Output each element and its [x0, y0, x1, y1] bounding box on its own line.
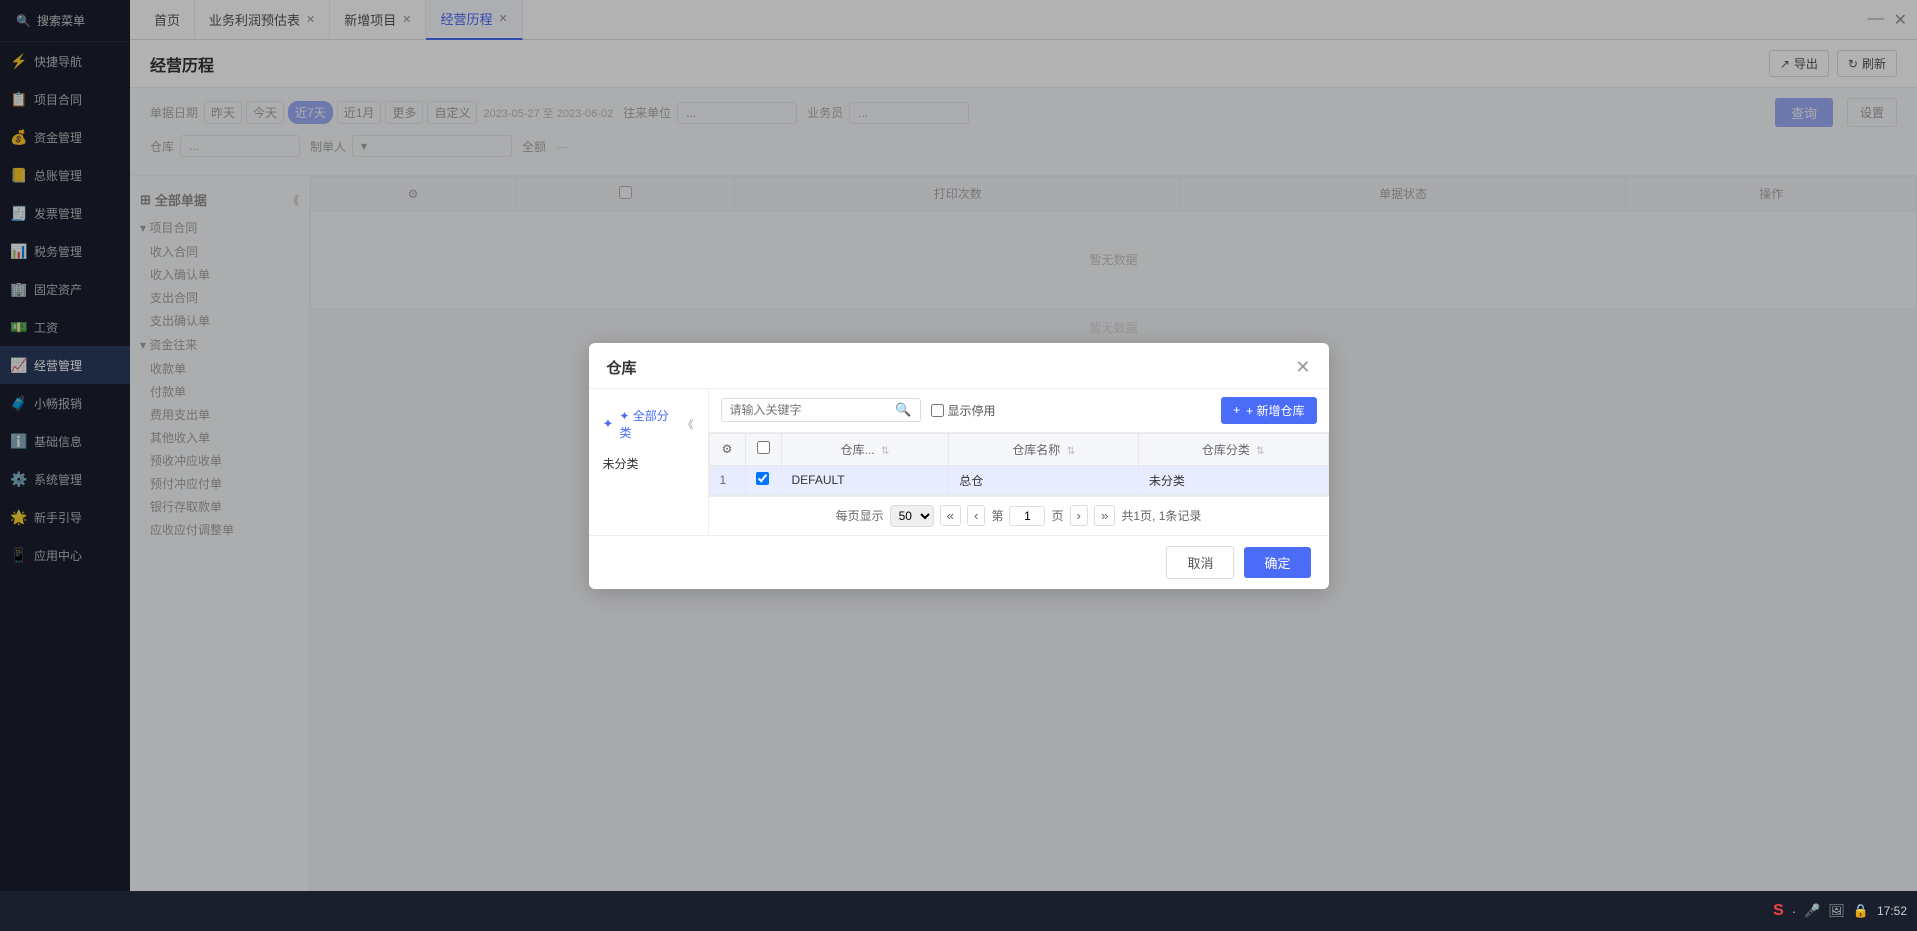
modal-body: ✦ ✦ 全部分类 《 未分类 🔍 显示停用: [589, 389, 1329, 535]
row-num: 1: [709, 465, 745, 495]
modal-select-all[interactable]: [757, 441, 770, 454]
row-num-text: 1: [720, 473, 727, 487]
row-select-checkbox[interactable]: [756, 472, 769, 485]
add-warehouse-button[interactable]: + + 新增仓库: [1221, 397, 1316, 424]
all-categories-label: ✦ 全部分类: [619, 407, 676, 441]
th-name: 仓库名称 ⇅: [949, 433, 1139, 465]
modal-page-prefix: 第: [991, 507, 1003, 524]
modal-page-input[interactable]: [1009, 506, 1045, 526]
uncategorized-item[interactable]: 未分类: [589, 449, 708, 478]
show-disabled-text: 显示停用: [948, 402, 996, 419]
taskbar-time: 17:52: [1877, 904, 1907, 918]
taskbar: S · 🎤 🖼 🔒 17:52: [0, 891, 1917, 931]
th-name-label: 仓库名称: [1012, 443, 1060, 457]
add-icon: +: [1233, 403, 1240, 417]
modal-footer: 取消 确定: [589, 535, 1329, 589]
th-category: 仓库分类 ⇅: [1138, 433, 1328, 465]
taskbar-mic-icon: 🎤: [1804, 903, 1820, 919]
modal-pagination: 每页显示 50 « ‹ 第 页 › » 共1页, 1条记录: [709, 496, 1329, 535]
th-category-label: 仓库分类: [1202, 443, 1250, 457]
taskbar-dot-icon: ·: [1792, 904, 1796, 919]
taskbar-image-icon: 🖼: [1828, 903, 1845, 919]
sort-icon: ⇅: [1256, 446, 1264, 457]
table-row[interactable]: 1 DEFAULT 总仓 未分类: [709, 465, 1328, 495]
modal-page-unit: 页: [1051, 507, 1063, 524]
modal-first-page[interactable]: «: [940, 505, 961, 526]
cancel-button[interactable]: 取消: [1166, 546, 1234, 579]
sort-icon: ⇅: [1067, 446, 1075, 457]
categories-collapse[interactable]: 《: [683, 416, 694, 432]
modal-left-panel: ✦ ✦ 全部分类 《 未分类: [589, 389, 709, 535]
search-input[interactable]: [730, 403, 896, 417]
modal-next-page[interactable]: ›: [1070, 505, 1088, 526]
add-warehouse-label: + 新增仓库: [1246, 402, 1304, 419]
search-icon: 🔍: [895, 402, 911, 418]
show-disabled-label[interactable]: 显示停用: [931, 402, 996, 419]
th-settings[interactable]: ⚙: [709, 433, 745, 465]
th-code: 仓库... ⇅: [781, 433, 949, 465]
modal-total-label: 共1页, 1条记录: [1121, 507, 1201, 524]
modal-last-page[interactable]: »: [1094, 505, 1115, 526]
modal-overlay: 仓库 ✕ ✦ ✦ 全部分类 《 未分类: [0, 0, 1917, 931]
modal-table-wrap: ⚙ 仓库... ⇅ 仓库名称 ⇅: [709, 433, 1329, 496]
th-checkbox[interactable]: [745, 433, 781, 465]
warehouse-modal: 仓库 ✕ ✦ ✦ 全部分类 《 未分类: [589, 343, 1329, 589]
all-categories-icon: ✦: [603, 416, 614, 432]
modal-per-page-select[interactable]: 50: [890, 505, 934, 527]
taskbar-lock-icon: 🔒: [1853, 903, 1869, 919]
modal-title: 仓库: [607, 357, 637, 378]
row-category: 未分类: [1138, 465, 1328, 495]
th-code-label: 仓库...: [841, 443, 875, 457]
confirm-button[interactable]: 确定: [1244, 547, 1310, 578]
all-categories-item[interactable]: ✦ ✦ 全部分类 《: [589, 399, 708, 449]
modal-close-button[interactable]: ✕: [1295, 357, 1310, 378]
row-checkbox[interactable]: [745, 465, 781, 495]
row-code: DEFAULT: [781, 465, 949, 495]
modal-header: 仓库 ✕: [589, 343, 1329, 389]
search-box: 🔍: [721, 398, 921, 422]
modal-right-panel: 🔍 显示停用 + + 新增仓库: [709, 389, 1329, 535]
row-name: 总仓: [949, 465, 1139, 495]
modal-per-page-label: 每页显示: [836, 507, 884, 524]
taskbar-s-icon: S: [1773, 902, 1784, 920]
sort-icon: ⇅: [881, 446, 889, 457]
show-disabled-checkbox[interactable]: [931, 404, 944, 417]
modal-prev-page[interactable]: ‹: [967, 505, 985, 526]
modal-table: ⚙ 仓库... ⇅ 仓库名称 ⇅: [709, 433, 1329, 496]
modal-toolbar: 🔍 显示停用 + + 新增仓库: [709, 389, 1329, 433]
